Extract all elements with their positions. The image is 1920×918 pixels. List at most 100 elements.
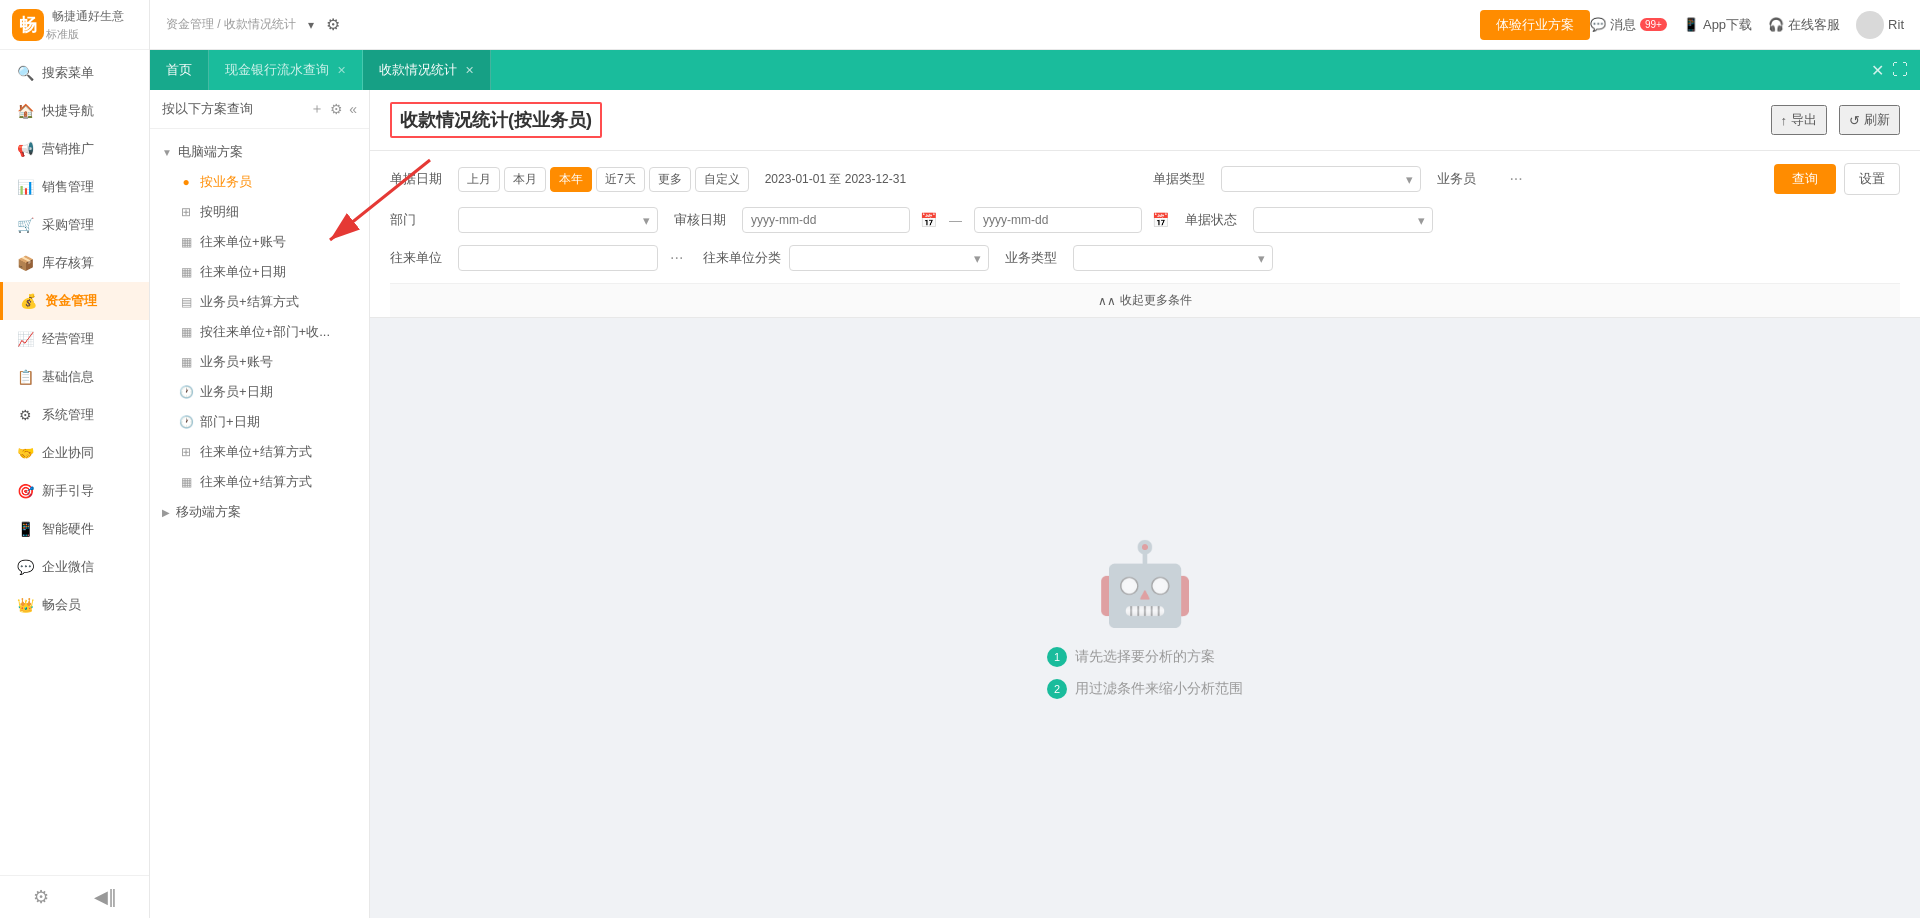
tab-bank-close[interactable]: ✕ bbox=[337, 64, 346, 77]
scheme-item-label: 按业务员 bbox=[200, 173, 252, 191]
scheme-item-sales-settle[interactable]: ▤ 业务员+结算方式 bbox=[150, 287, 369, 317]
settings-filter-btn[interactable]: 设置 bbox=[1844, 163, 1900, 195]
sidebar-item-purchase[interactable]: 🛒 采购管理 bbox=[0, 206, 149, 244]
scheme-collapse-icon[interactable]: « bbox=[349, 101, 357, 117]
scheme-panel-header: 按以下方案查询 ＋ ⚙ « bbox=[150, 90, 369, 129]
app-logo-icon: 畅 bbox=[12, 9, 44, 41]
date-btn-this-year[interactable]: 本年 bbox=[550, 167, 592, 192]
salesperson-more-btn[interactable]: ··· bbox=[1505, 170, 1526, 188]
filter-biz-type-item: 业务类型 bbox=[1005, 245, 1273, 271]
sidebar-item-label: 营销推广 bbox=[42, 140, 94, 158]
doctype-label: 单据类型 bbox=[1153, 170, 1213, 188]
sidebar-item-wechat[interactable]: 💬 企业微信 bbox=[0, 548, 149, 586]
sidebar-item-basicinfo[interactable]: 📋 基础信息 bbox=[0, 358, 149, 396]
settings-bottom-icon[interactable]: ⚙ bbox=[33, 886, 49, 908]
scheme-item-sales-account[interactable]: ▦ 业务员+账号 bbox=[150, 347, 369, 377]
tab-home[interactable]: 首页 bbox=[150, 50, 209, 90]
refresh-btn[interactable]: ↺ 刷新 bbox=[1839, 105, 1900, 135]
review-date-from[interactable] bbox=[742, 207, 910, 233]
biz-type-select[interactable] bbox=[1073, 245, 1273, 271]
tab-home-label: 首页 bbox=[166, 61, 192, 79]
empty-tips: 1 请先选择要分析的方案 2 用过滤条件来缩小分析范围 bbox=[1047, 647, 1243, 699]
trial-btn[interactable]: 体验行业方案 bbox=[1480, 10, 1590, 40]
scheme-item-partner-account[interactable]: ▦ 往来单位+账号 bbox=[150, 227, 369, 257]
scheme-item-partner-settle2[interactable]: ▦ 往来单位+结算方式 bbox=[150, 467, 369, 497]
sidebar-item-member[interactable]: 👑 畅会员 bbox=[0, 586, 149, 624]
tip-text-2: 用过滤条件来缩小分析范围 bbox=[1075, 680, 1243, 698]
salesperson-label: 业务员 bbox=[1437, 170, 1497, 188]
dept-select-wrap bbox=[458, 207, 658, 233]
sidebar-item-search[interactable]: 🔍 搜索菜单 bbox=[0, 54, 149, 92]
close-all-icon[interactable]: ✕ bbox=[1871, 61, 1884, 80]
biz-type-label: 业务类型 bbox=[1005, 249, 1065, 267]
expand-icon[interactable]: ⛶ bbox=[1892, 61, 1908, 79]
topbar-dropdown[interactable]: ▾ bbox=[308, 18, 314, 32]
scheme-add-icon[interactable]: ＋ bbox=[310, 100, 324, 118]
scheme-item-partner-date[interactable]: ▦ 往来单位+日期 bbox=[150, 257, 369, 287]
scheme-group-pc-header[interactable]: ▼ 电脑端方案 bbox=[150, 137, 369, 167]
partner-more-btn[interactable]: ··· bbox=[666, 249, 687, 267]
tabbar-actions: ✕ ⛶ bbox=[1859, 50, 1920, 90]
docstatus-select[interactable] bbox=[1253, 207, 1433, 233]
scheme-group-mobile-header[interactable]: ▶ 移动端方案 bbox=[150, 497, 369, 527]
date-btn-custom[interactable]: 自定义 bbox=[695, 167, 749, 192]
filter-row-3: 往来单位 ··· 往来单位分类 业务类型 bbox=[390, 245, 1900, 271]
collapse-bar[interactable]: ∧∧ 收起更多条件 bbox=[390, 283, 1900, 317]
scheme-item-label: 往来单位+结算方式 bbox=[200, 473, 312, 491]
date-options-group: 上月 本月 本年 近7天 更多 自定义 bbox=[458, 167, 749, 192]
partner-dept-icon: ▦ bbox=[178, 324, 194, 340]
page-header: 收款情况统计(按业务员) ↑ 导出 ↺ 刷新 bbox=[370, 90, 1920, 151]
partner-type-select-wrap bbox=[789, 245, 989, 271]
date-btn-last-month[interactable]: 上月 bbox=[458, 167, 500, 192]
tab-collection-close[interactable]: ✕ bbox=[465, 64, 474, 77]
review-date-to[interactable] bbox=[974, 207, 1142, 233]
filter-dept-item: 部门 bbox=[390, 207, 658, 233]
topbar-breadcrumb: 资金管理 / 收款情况统计 bbox=[166, 16, 296, 33]
sidebar-item-label: 经营管理 bbox=[42, 330, 94, 348]
partner-input[interactable] bbox=[458, 245, 658, 271]
sidebar-item-marketing[interactable]: 📢 营销推广 bbox=[0, 130, 149, 168]
partner-type-select[interactable] bbox=[789, 245, 989, 271]
export-btn[interactable]: ↑ 导出 bbox=[1771, 105, 1828, 135]
tab-collection-stats[interactable]: 收款情况统计 ✕ bbox=[363, 50, 491, 90]
user-item[interactable]: Rit bbox=[1856, 11, 1904, 39]
message-item[interactable]: 💬 消息 99+ bbox=[1590, 16, 1667, 34]
scheme-item-dept-date[interactable]: 🕐 部门+日期 bbox=[150, 407, 369, 437]
calendar-from-icon[interactable]: 📅 bbox=[920, 212, 937, 228]
sidebar-item-system[interactable]: ⚙ 系统管理 bbox=[0, 396, 149, 434]
sidebar-item-finance[interactable]: 💰 资金管理 bbox=[0, 282, 149, 320]
content-area: 按以下方案查询 ＋ ⚙ « ▼ 电脑端方案 ● 按业务员 bbox=[150, 90, 1920, 918]
sidebar-item-enterprise[interactable]: 🤝 企业协同 bbox=[0, 434, 149, 472]
scheme-item-partner-dept[interactable]: ▦ 按往来单位+部门+收... bbox=[150, 317, 369, 347]
topbar: 资金管理 / 收款情况统计 ▾ ⚙ 体验行业方案 💬 消息 99+ 📱 App下… bbox=[150, 0, 1920, 50]
doctype-select[interactable] bbox=[1221, 166, 1421, 192]
scheme-item-by-detail[interactable]: ⊞ 按明细 bbox=[150, 197, 369, 227]
message-badge: 99+ bbox=[1640, 18, 1667, 31]
sidebar-item-inventory[interactable]: 📦 库存核算 bbox=[0, 244, 149, 282]
calendar-to-icon[interactable]: 📅 bbox=[1152, 212, 1169, 228]
scheme-panel-actions: ＋ ⚙ « bbox=[310, 100, 357, 118]
sidebar-item-hardware[interactable]: 📱 智能硬件 bbox=[0, 510, 149, 548]
sidebar-item-newbie[interactable]: 🎯 新手引导 bbox=[0, 472, 149, 510]
sidebar-item-sales[interactable]: 📊 销售管理 bbox=[0, 168, 149, 206]
collapse-sidebar-icon[interactable]: ◀‖ bbox=[94, 886, 117, 908]
scheme-item-sales-date[interactable]: 🕐 业务员+日期 bbox=[150, 377, 369, 407]
sidebar-item-quicknav[interactable]: 🏠 快捷导航 bbox=[0, 92, 149, 130]
date-btn-7days[interactable]: 近7天 bbox=[596, 167, 645, 192]
app-download-item[interactable]: 📱 App下载 bbox=[1683, 16, 1752, 34]
scheme-item-by-salesperson[interactable]: ● 按业务员 bbox=[150, 167, 369, 197]
scheme-item-partner-settle1[interactable]: ⊞ 往来单位+结算方式 bbox=[150, 437, 369, 467]
scheme-item-label: 往来单位+账号 bbox=[200, 233, 286, 251]
online-service-item[interactable]: 🎧 在线客服 bbox=[1768, 16, 1840, 34]
sidebar-nav: 🔍 搜索菜单 🏠 快捷导航 📢 营销推广 📊 销售管理 🛒 采购管理 📦 库存核… bbox=[0, 50, 149, 875]
query-btn[interactable]: 查询 bbox=[1774, 164, 1836, 194]
sales-account-icon: ▦ bbox=[178, 354, 194, 370]
scheme-settings-icon[interactable]: ⚙ bbox=[330, 101, 343, 117]
sidebar-item-label: 企业协同 bbox=[42, 444, 94, 462]
date-btn-more[interactable]: 更多 bbox=[649, 167, 691, 192]
date-btn-this-month[interactable]: 本月 bbox=[504, 167, 546, 192]
tab-bank-flow[interactable]: 现金银行流水查询 ✕ bbox=[209, 50, 363, 90]
dept-select[interactable] bbox=[458, 207, 658, 233]
topbar-settings-icon[interactable]: ⚙ bbox=[326, 15, 340, 34]
sidebar-item-operations[interactable]: 📈 经营管理 bbox=[0, 320, 149, 358]
